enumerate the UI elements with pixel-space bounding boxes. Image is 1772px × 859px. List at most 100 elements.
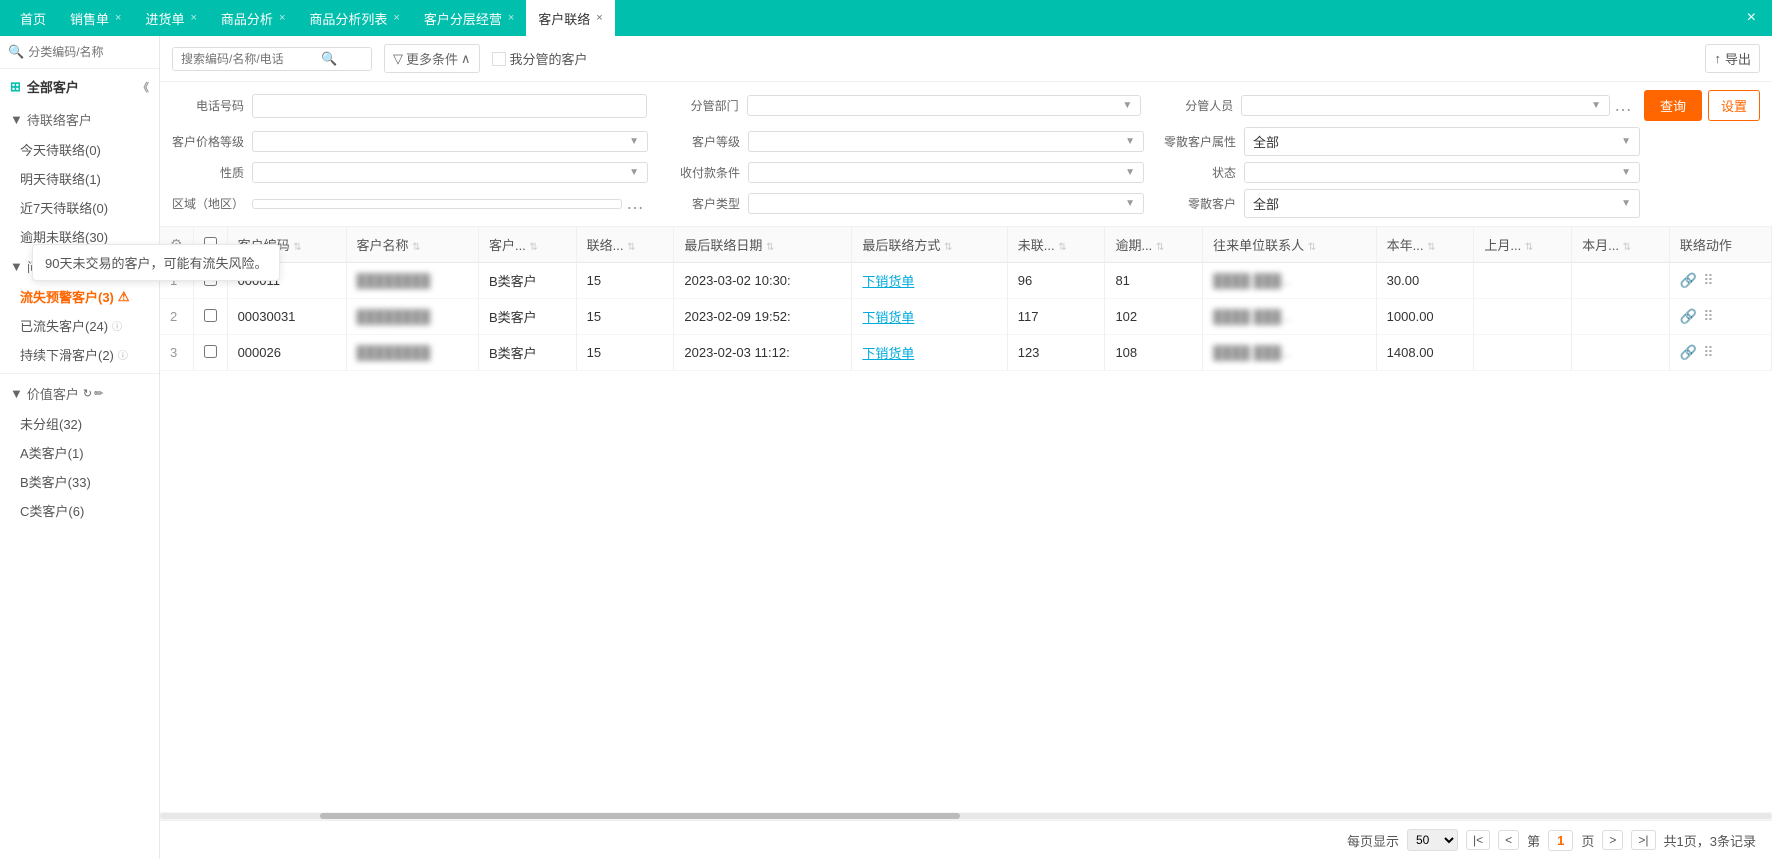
payment-select[interactable]: ▼ xyxy=(748,162,1144,183)
person-select[interactable]: ▼ xyxy=(1241,95,1610,116)
search-input[interactable] xyxy=(181,52,321,66)
action-link-icon[interactable]: 🔗 xyxy=(1680,344,1697,361)
sidebar-item-today[interactable]: 今天待联络(0) xyxy=(0,135,159,164)
action-menu-icon[interactable]: ⠿ xyxy=(1703,308,1713,325)
row-this-month xyxy=(1572,335,1670,371)
first-page-button[interactable]: |< xyxy=(1466,830,1490,850)
nav-customer-tier-close[interactable]: × xyxy=(508,12,514,24)
filter-customer-type: 客户类型 ▼ xyxy=(668,193,1144,214)
per-page-label: 每页显示 xyxy=(1347,831,1399,850)
nav-product-list-close[interactable]: × xyxy=(393,12,399,24)
row-this-month xyxy=(1572,299,1670,335)
nav-customer-contact[interactable]: 客户联络 × xyxy=(526,0,614,36)
sidebar-item-c-class[interactable]: C类客户(6) xyxy=(0,496,159,525)
row-checkbox[interactable] xyxy=(193,335,227,371)
sidebar-item-declining[interactable]: 持续下滑客户(2) ⓘ xyxy=(0,340,159,369)
status-select[interactable]: ▼ xyxy=(1244,162,1640,183)
row-checkbox[interactable] xyxy=(193,299,227,335)
nav-customer-contact-close[interactable]: × xyxy=(596,12,602,24)
nav-purchase[interactable]: 进货单 × xyxy=(133,0,208,36)
customer-type-select[interactable]: ▼ xyxy=(748,193,1144,214)
price-grade-select[interactable]: ▼ xyxy=(252,131,648,152)
sidebar-item-tomorrow[interactable]: 明天待联络(1) xyxy=(0,164,159,193)
row-this-year: 30.00 xyxy=(1376,263,1474,299)
next-page-button[interactable]: > xyxy=(1602,830,1623,850)
action-menu-icon[interactable]: ⠿ xyxy=(1703,272,1713,289)
info-icon2: ⓘ xyxy=(118,347,128,362)
sidebar-group-pending[interactable]: ▼ 待联络客户 xyxy=(0,104,159,135)
chevron-down-icon3: ▼ xyxy=(629,136,639,147)
nav-product-analysis[interactable]: 商品分析 × xyxy=(209,0,297,36)
row-overdue: 108 xyxy=(1105,335,1203,371)
region-more-icon[interactable]: … xyxy=(622,193,648,214)
row-last-type[interactable]: 下销货单 xyxy=(852,335,1007,371)
table-row: 1 000011 ████████ B类客户 15 2023-03-02 10:… xyxy=(160,263,1772,299)
nav-sales-close[interactable]: × xyxy=(115,12,121,24)
row-this-year: 1000.00 xyxy=(1376,299,1474,335)
sidebar-item-churn-warning[interactable]: 流失预警客户(3) ⚠ xyxy=(0,282,159,311)
query-button[interactable]: 查询 xyxy=(1644,90,1702,121)
action-link-icon[interactable]: 🔗 xyxy=(1680,272,1697,289)
collapse-icon: 《 xyxy=(138,79,149,95)
page-suffix: 页 xyxy=(1581,831,1594,850)
refresh-icon[interactable]: ↻ xyxy=(83,387,92,400)
dept-select[interactable]: ▼ xyxy=(747,95,1142,116)
customer-grade-select[interactable]: ▼ xyxy=(748,131,1144,152)
col-last-month: 上月... ⇅ xyxy=(1474,227,1572,263)
action-menu-icon[interactable]: ⠿ xyxy=(1703,344,1713,361)
more-icon[interactable]: … xyxy=(1610,95,1636,116)
sidebar-search-input[interactable] xyxy=(28,45,151,59)
row-contact: 15 xyxy=(576,263,674,299)
phone-input[interactable] xyxy=(252,94,647,118)
region-select[interactable] xyxy=(252,199,622,209)
row-name: ████████ xyxy=(346,335,478,371)
row-last-type[interactable]: 下销货单 xyxy=(852,299,1007,335)
nav-purchase-close[interactable]: × xyxy=(190,12,196,24)
retail-attr-select[interactable]: 全部 ▼ xyxy=(1244,127,1640,156)
action-link-icon[interactable]: 🔗 xyxy=(1680,308,1697,325)
global-close-button[interactable]: × xyxy=(1739,9,1764,27)
filter-action-btns: 查询 设置 xyxy=(1644,90,1760,121)
nav-product-analysis-close[interactable]: × xyxy=(279,12,285,24)
sidebar-item-ungrouped[interactable]: 未分组(32) xyxy=(0,409,159,438)
content-area: 🔍 ▽ 更多条件 ∧ 我分管的客户 ↑ 导出 电话号码 xyxy=(160,36,1772,859)
row-last-type[interactable]: 下销货单 xyxy=(852,263,1007,299)
sort-icon-last-date: ⇅ xyxy=(766,242,774,253)
more-conditions-button[interactable]: ▽ 更多条件 ∧ xyxy=(384,44,480,73)
main-layout: 🔍 ⊞ 全部客户 《 ▼ 待联络客户 今天待联络(0) 明天待联络(1) 近7天… xyxy=(0,36,1772,859)
edit-icon[interactable]: ✏ xyxy=(94,387,103,400)
scroll-thumb[interactable] xyxy=(320,813,960,819)
col-unit-contact: 往来单位联系人 ⇅ xyxy=(1203,227,1377,263)
sort-icon-uncontacted: ⇅ xyxy=(1058,242,1066,253)
sidebar-item-7days[interactable]: 近7天待联络(0) xyxy=(0,193,159,222)
sidebar-item-churned[interactable]: 已流失客户(24) ⓘ xyxy=(0,311,159,340)
sidebar: 🔍 ⊞ 全部客户 《 ▼ 待联络客户 今天待联络(0) 明天待联络(1) 近7天… xyxy=(0,36,160,859)
sort-icon-unit: ⇅ xyxy=(1308,242,1316,253)
page-size-select[interactable]: 50 100 200 xyxy=(1407,829,1458,851)
filter-phone: 电话号码 xyxy=(172,94,647,118)
sidebar-item-a-class[interactable]: A类客户(1) xyxy=(0,438,159,467)
row-unit-contact: ████ ███... xyxy=(1203,299,1377,335)
nav-product-list[interactable]: 商品分析列表 × xyxy=(297,0,411,36)
horizontal-scrollbar[interactable] xyxy=(160,812,1772,820)
search-icon[interactable]: 🔍 xyxy=(321,51,337,67)
setting-button[interactable]: 设置 xyxy=(1708,90,1760,121)
last-page-button[interactable]: >| xyxy=(1631,830,1655,850)
sidebar-item-b-class[interactable]: B类客户(33) xyxy=(0,467,159,496)
row-last-month xyxy=(1474,263,1572,299)
row-name: ████████ xyxy=(346,263,478,299)
col-contact: 联络... ⇅ xyxy=(576,227,674,263)
checkbox-icon xyxy=(492,52,506,66)
chevron-down-icon11: ▼ xyxy=(1621,198,1631,209)
nav-sales[interactable]: 销售单 × xyxy=(58,0,133,36)
nav-home[interactable]: 首页 xyxy=(8,0,58,36)
retail-customer-select[interactable]: 全部 ▼ xyxy=(1244,189,1640,218)
export-button[interactable]: ↑ 导出 xyxy=(1705,44,1760,73)
sidebar-group-value[interactable]: ▼ 价值客户 ↻ ✏ xyxy=(0,378,159,409)
my-customer-toggle[interactable]: 我分管的客户 xyxy=(492,49,588,68)
prev-page-button[interactable]: < xyxy=(1498,830,1519,850)
sidebar-all-customers[interactable]: ⊞ 全部客户 《 xyxy=(0,69,159,104)
nav-customer-tier[interactable]: 客户分层经营 × xyxy=(412,0,526,36)
chevron-down-icon10: ▼ xyxy=(1125,198,1135,209)
nature-select[interactable]: ▼ xyxy=(252,162,648,183)
